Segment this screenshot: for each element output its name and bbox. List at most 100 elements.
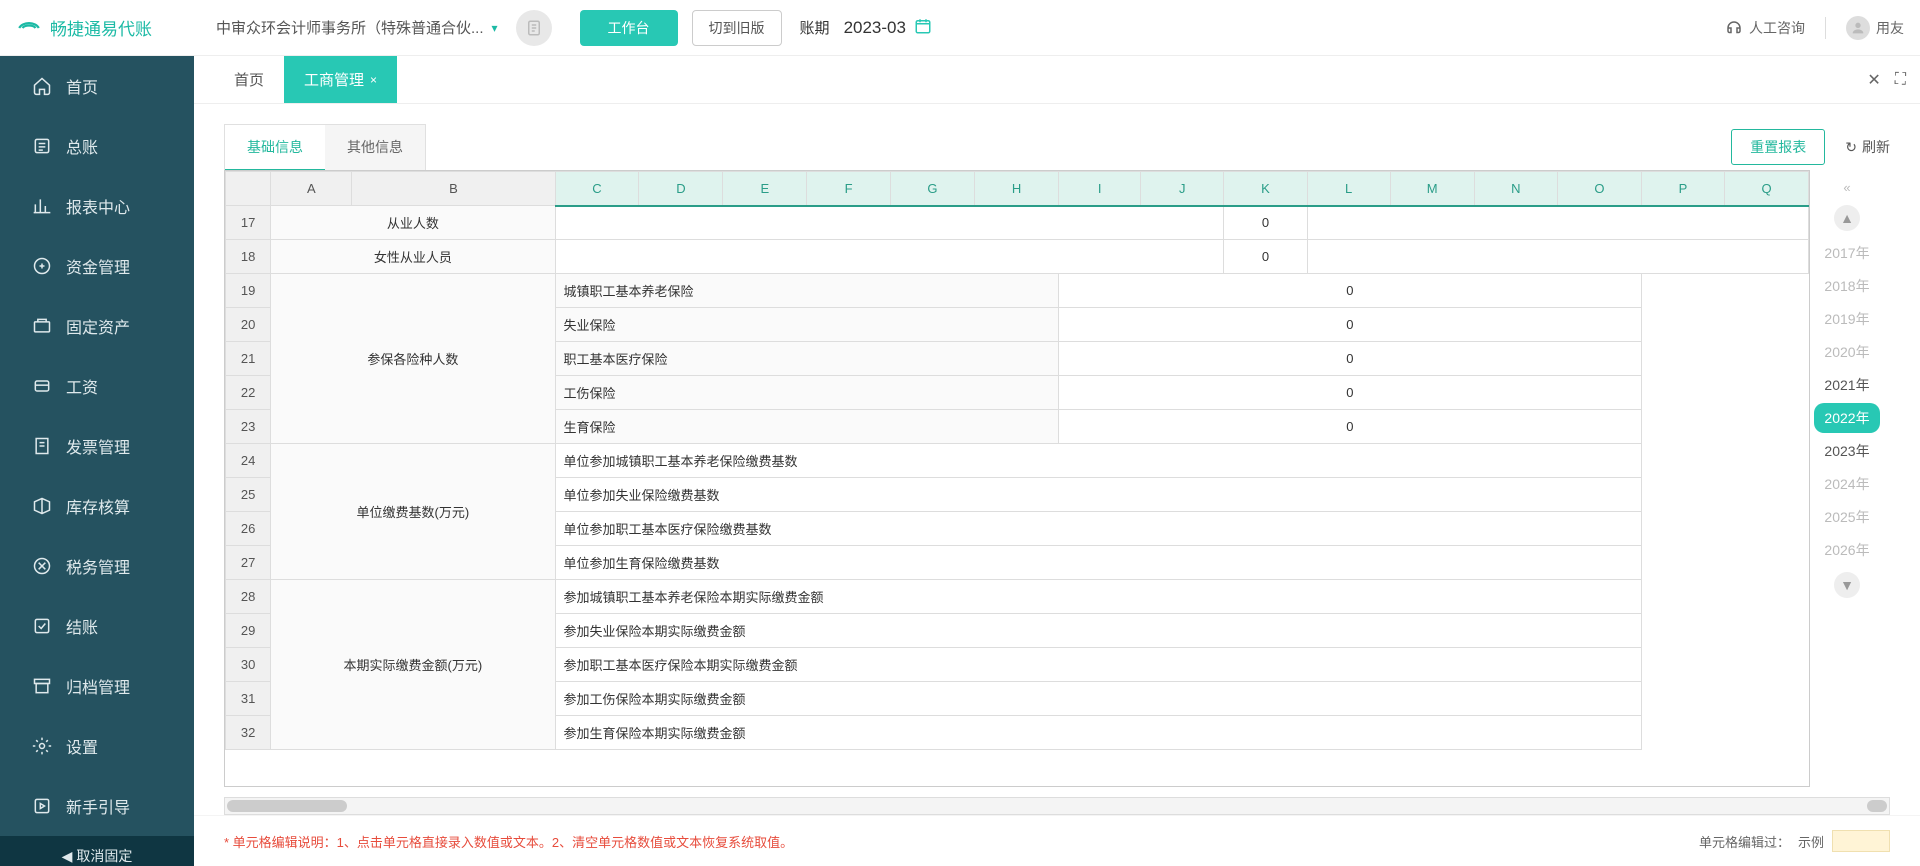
reset-report-button[interactable]: 重置报表 [1731, 129, 1825, 165]
data-cell[interactable]: 单位参加生育保险缴费基数 [555, 546, 1641, 580]
year-2018年[interactable]: 2018年 [1814, 271, 1879, 301]
spreadsheet[interactable]: ABCDEFGHIJKLMNOPQ17从业人数018女性从业人员019参保各险种… [224, 170, 1810, 787]
value-cell[interactable]: 0 [1059, 274, 1642, 308]
group-label-cell[interactable]: 单位缴费基数(万元) [271, 444, 555, 580]
row-header[interactable]: 17 [226, 206, 271, 240]
tab-首页[interactable]: 首页 [214, 56, 284, 103]
data-cell[interactable]: 工伤保险 [555, 376, 1058, 410]
collapse-rail-icon[interactable]: « [1843, 180, 1850, 195]
year-down-icon[interactable]: ▼ [1834, 572, 1860, 598]
label-cell[interactable]: 女性从业人员 [271, 240, 555, 274]
nav-item-close-acct[interactable]: 结账 [0, 596, 194, 656]
year-2022年[interactable]: 2022年 [1814, 403, 1879, 433]
col-header-O[interactable]: O [1558, 172, 1642, 206]
col-header-F[interactable]: F [807, 172, 891, 206]
row-header[interactable]: 22 [226, 376, 271, 410]
year-2026年[interactable]: 2026年 [1814, 535, 1879, 565]
row-header[interactable]: 32 [226, 716, 271, 750]
year-2021年[interactable]: 2021年 [1814, 370, 1879, 400]
col-header-A[interactable]: A [271, 172, 352, 206]
nav-item-chart[interactable]: 报表中心 [0, 176, 194, 236]
empty-cell[interactable] [555, 240, 1224, 274]
col-header-G[interactable]: G [890, 172, 974, 206]
data-cell[interactable]: 参加工伤保险本期实际缴费金额 [555, 682, 1641, 716]
nav-item-stock[interactable]: 库存核算 [0, 476, 194, 536]
row-header[interactable]: 31 [226, 682, 271, 716]
close-tabs-icon[interactable]: ✕ [1867, 70, 1880, 90]
nav-item-invoice[interactable]: 发票管理 [0, 416, 194, 476]
user-menu[interactable]: 用友 [1846, 16, 1904, 40]
empty-cell[interactable] [555, 206, 1224, 240]
year-2017年[interactable]: 2017年 [1814, 238, 1879, 268]
empty-cell[interactable] [1307, 206, 1808, 240]
value-cell[interactable]: 0 [1224, 206, 1307, 240]
data-cell[interactable]: 参加生育保险本期实际缴费金额 [555, 716, 1641, 750]
nav-item-ledger[interactable]: 总账 [0, 116, 194, 176]
data-cell[interactable]: 失业保险 [555, 308, 1058, 342]
col-header-K[interactable]: K [1224, 172, 1307, 206]
col-header-M[interactable]: M [1390, 172, 1474, 206]
value-cell[interactable]: 0 [1059, 376, 1642, 410]
col-header-N[interactable]: N [1474, 172, 1558, 206]
col-header-D[interactable]: D [639, 172, 723, 206]
data-cell[interactable]: 单位参加城镇职工基本养老保险缴费基数 [555, 444, 1641, 478]
value-cell[interactable]: 0 [1224, 240, 1307, 274]
group-label-cell[interactable]: 参保各险种人数 [271, 274, 555, 444]
year-2020年[interactable]: 2020年 [1814, 337, 1879, 367]
col-header-P[interactable]: P [1641, 172, 1724, 206]
nav-item-guide[interactable]: 新手引导 [0, 776, 194, 836]
row-header[interactable]: 29 [226, 614, 271, 648]
col-header-I[interactable]: I [1059, 172, 1141, 206]
year-2019年[interactable]: 2019年 [1814, 304, 1879, 334]
row-header[interactable]: 25 [226, 478, 271, 512]
group-label-cell[interactable]: 本期实际缴费金额(万元) [271, 580, 555, 750]
row-header[interactable]: 20 [226, 308, 271, 342]
empty-cell[interactable] [1307, 240, 1808, 274]
consult-button[interactable]: 人工咨询 [1725, 18, 1805, 38]
row-header[interactable]: 24 [226, 444, 271, 478]
col-header-C[interactable]: C [555, 172, 639, 206]
col-header-H[interactable]: H [975, 172, 1059, 206]
row-header[interactable]: 23 [226, 410, 271, 444]
company-selector[interactable]: 中审众环会计师事务所（特殊普通合伙... ▾ [216, 17, 498, 38]
nav-item-archive[interactable]: 归档管理 [0, 656, 194, 716]
doc-icon-button[interactable] [516, 10, 552, 46]
data-cell[interactable]: 单位参加失业保险缴费基数 [555, 478, 1641, 512]
horizontal-scrollbar[interactable] [224, 797, 1890, 815]
row-header[interactable]: 28 [226, 580, 271, 614]
col-header-E[interactable]: E [723, 172, 807, 206]
col-header-L[interactable]: L [1307, 172, 1390, 206]
nav-item-salary[interactable]: 工资 [0, 356, 194, 416]
tab-工商管理[interactable]: 工商管理× [284, 56, 397, 103]
scrollbar-thumb[interactable] [227, 800, 347, 812]
tab-close-icon[interactable]: × [370, 73, 377, 87]
row-header[interactable]: 26 [226, 512, 271, 546]
col-header-Q[interactable]: Q [1725, 172, 1809, 206]
year-up-icon[interactable]: ▲ [1834, 205, 1860, 231]
switch-old-button[interactable]: 切到旧版 [692, 10, 782, 46]
year-2025年[interactable]: 2025年 [1814, 502, 1879, 532]
subtab-基础信息[interactable]: 基础信息 [225, 125, 325, 171]
nav-item-home[interactable]: 首页 [0, 56, 194, 116]
row-header[interactable]: 27 [226, 546, 271, 580]
data-cell[interactable]: 职工基本医疗保险 [555, 342, 1058, 376]
select-all-cell[interactable] [226, 172, 271, 206]
data-cell[interactable]: 参加城镇职工基本养老保险本期实际缴费金额 [555, 580, 1641, 614]
row-header[interactable]: 30 [226, 648, 271, 682]
nav-item-fund[interactable]: 资金管理 [0, 236, 194, 296]
row-header[interactable]: 18 [226, 240, 271, 274]
refresh-button[interactable]: ↻ 刷新 [1845, 137, 1890, 157]
data-cell[interactable]: 参加失业保险本期实际缴费金额 [555, 614, 1641, 648]
scrollbar-thumb-right[interactable] [1867, 800, 1887, 812]
nav-item-settings[interactable]: 设置 [0, 716, 194, 776]
row-header[interactable]: 21 [226, 342, 271, 376]
subtab-其他信息[interactable]: 其他信息 [325, 125, 425, 170]
label-cell[interactable]: 从业人数 [271, 206, 555, 240]
workbench-button[interactable]: 工作台 [580, 10, 678, 46]
nav-item-tax[interactable]: 税务管理 [0, 536, 194, 596]
year-2024年[interactable]: 2024年 [1814, 469, 1879, 499]
year-2023年[interactable]: 2023年 [1814, 436, 1879, 466]
value-cell[interactable]: 0 [1059, 342, 1642, 376]
unpin-button[interactable]: ◀取消固定 [0, 836, 194, 866]
data-cell[interactable]: 单位参加职工基本医疗保险缴费基数 [555, 512, 1641, 546]
